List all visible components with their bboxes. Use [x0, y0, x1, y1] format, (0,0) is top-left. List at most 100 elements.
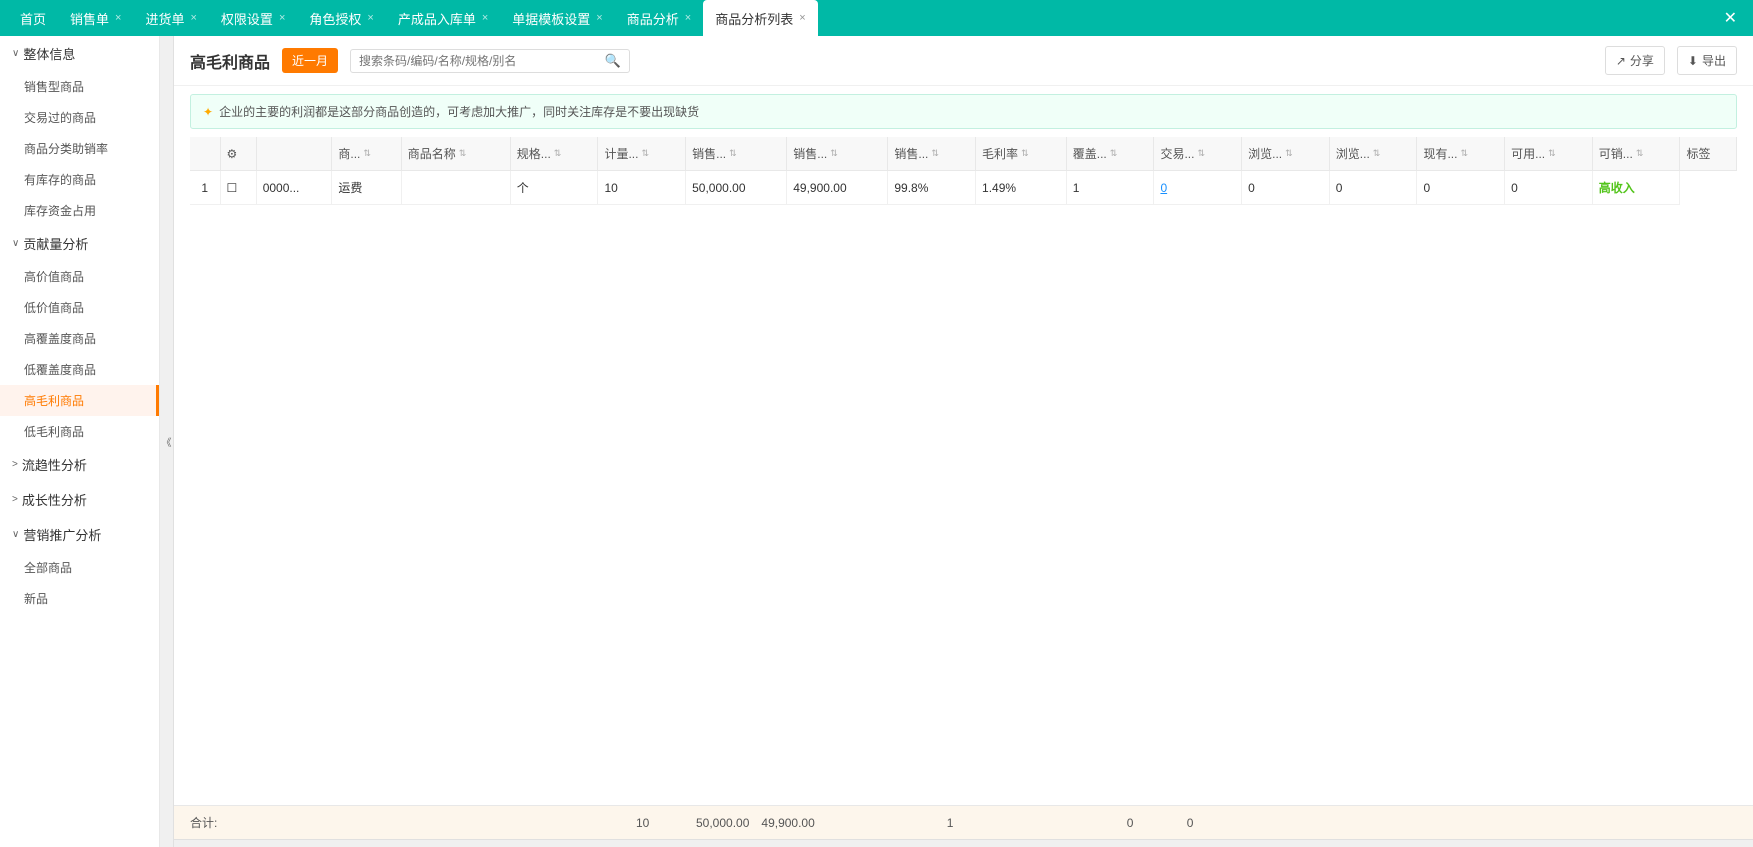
row-gross-rate: 99.8% [888, 171, 976, 205]
row-checkbox[interactable]: ☐ [220, 171, 256, 205]
footer-sellable [1241, 816, 1301, 830]
nav-tab-商品分析[interactable]: 商品分析× [615, 0, 703, 36]
col-header-7[interactable]: 销售...⇅ [787, 137, 888, 171]
footer-transaction: 1 [941, 816, 1001, 830]
content-area: 高毛利商品 近一月 🔍 ↗ 分享 ⬇ 导出 ✦ 企业的主要 [174, 36, 1753, 847]
sort-icon: ⇅ [729, 148, 737, 159]
sidebar-item-低价值商品[interactable]: 低价值商品 [0, 292, 159, 323]
page-title: 高毛利商品 [190, 49, 270, 73]
sort-icon: ⇅ [1373, 148, 1381, 159]
col-header-10[interactable]: 覆盖...⇅ [1066, 137, 1154, 171]
sidebar-item-高价值商品[interactable]: 高价值商品 [0, 261, 159, 292]
tab-close-icon[interactable]: × [685, 12, 691, 24]
arrow-icon: > [12, 459, 18, 470]
row-spec [401, 171, 510, 205]
nav-tab-销售单[interactable]: 销售单× [58, 0, 133, 36]
col-header-8[interactable]: 销售...⇅ [888, 137, 976, 171]
window-close-button[interactable]: ✕ [1716, 8, 1745, 28]
nav-tab-首页[interactable]: 首页 [8, 0, 58, 36]
row-browse1: 0 [1154, 171, 1242, 205]
export-icon: ⬇ [1688, 54, 1698, 68]
col-label: 规格... [517, 145, 551, 162]
col-header-13[interactable]: 浏览...⇅ [1329, 137, 1417, 171]
col-header-12[interactable]: 浏览...⇅ [1242, 137, 1330, 171]
top-nav: 首页销售单×进货单×权限设置×角色授权×产成品入库单×单据模板设置×商品分析×商… [0, 0, 1753, 36]
info-banner: ✦ 企业的主要的利润都是这部分商品创造的，可考虑加大推广，同时关注库存是不要出现… [190, 94, 1737, 129]
nav-tab-单据模板设置[interactable]: 单据模板设置× [500, 0, 614, 36]
sidebar-item-有库存的商品[interactable]: 有库存的商品 [0, 164, 159, 195]
tab-close-icon[interactable]: × [190, 12, 196, 24]
col-label: 销售... [692, 145, 726, 162]
info-text: 企业的主要的利润都是这部分商品创造的，可考虑加大推广，同时关注库存是不要出现缺货 [219, 103, 699, 120]
bottom-scrollbar[interactable] [174, 839, 1753, 847]
col-header-15[interactable]: 可用...⇅ [1505, 137, 1593, 171]
arrow-icon: ∨ [12, 529, 19, 540]
nav-tab-进货单[interactable]: 进货单× [133, 0, 208, 36]
sort-icon: ⇅ [830, 148, 838, 159]
sidebar-item-全部商品[interactable]: 全部商品 [0, 552, 159, 583]
col-label: 商... [338, 145, 360, 162]
row-seq: 1 [190, 171, 220, 205]
sidebar-item-商品分类助销率[interactable]: 商品分类助销率 [0, 133, 159, 164]
sort-icon: ⇅ [1460, 148, 1468, 159]
footer-available-stock: 0 [1181, 816, 1241, 830]
tab-close-icon[interactable]: × [596, 12, 602, 24]
sidebar-group-label: 整体信息 [23, 44, 75, 63]
sidebar-item-低覆盖度商品[interactable]: 低覆盖度商品 [0, 354, 159, 385]
tab-close-icon[interactable]: × [799, 12, 805, 24]
search-icon[interactable]: 🔍 [605, 53, 621, 69]
footer-unit [570, 816, 630, 830]
tab-close-icon[interactable]: × [115, 12, 121, 24]
col-header-16[interactable]: 可销...⇅ [1592, 137, 1680, 171]
sidebar-item-低毛利商品[interactable]: 低毛利商品 [0, 416, 159, 447]
col-header-5[interactable]: 计量...⇅ [598, 137, 686, 171]
sidebar-item-高毛利商品[interactable]: 高毛利商品 [0, 385, 159, 416]
tab-close-icon[interactable]: × [279, 12, 285, 24]
table-row: 1☐0000...运费个1050,000.0049,900.0099.8%1.4… [190, 171, 1737, 205]
nav-tab-商品分析列表[interactable]: 商品分析列表× [703, 0, 817, 36]
share-icon: ↗ [1616, 54, 1626, 68]
footer-sale-profit: 49,900.00 [755, 816, 820, 830]
sidebar-item-交易过的商品[interactable]: 交易过的商品 [0, 102, 159, 133]
col-label: 交易... [1160, 145, 1194, 162]
col-header-11[interactable]: 交易...⇅ [1154, 137, 1242, 171]
col-header-2[interactable]: 商...⇅ [332, 137, 401, 171]
sort-icon: ⇅ [554, 148, 562, 159]
nav-tab-角色授权[interactable]: 角色授权× [297, 0, 385, 36]
nav-tab-产成品入库单[interactable]: 产成品入库单× [386, 0, 500, 36]
arrow-icon: > [12, 494, 18, 505]
col-header-14[interactable]: 现有...⇅ [1417, 137, 1505, 171]
tab-close-icon[interactable]: × [482, 12, 488, 24]
col-label: 浏览... [1336, 145, 1370, 162]
sidebar-group-label: 流趋性分析 [22, 455, 87, 474]
col-header-6[interactable]: 销售...⇅ [686, 137, 787, 171]
share-button[interactable]: ↗ 分享 [1605, 46, 1665, 75]
search-wrap: 🔍 [350, 49, 630, 73]
sidebar-item-高覆盖度商品[interactable]: 高覆盖度商品 [0, 323, 159, 354]
sidebar-group-整体信息[interactable]: ∨整体信息 [0, 36, 159, 71]
sidebar-group-流趋性分析[interactable]: > 流趋性分析 [0, 447, 159, 482]
col-header-4[interactable]: 规格...⇅ [510, 137, 598, 171]
footer-spec [510, 816, 570, 830]
col-header-3[interactable]: 商品名称⇅ [401, 137, 510, 171]
sidebar-group-成长性分析[interactable]: >成长性分析 [0, 482, 159, 517]
sidebar-item-销售型商品[interactable]: 销售型商品 [0, 71, 159, 102]
sidebar-item-新品[interactable]: 新品 [0, 583, 159, 614]
sidebar-group-营销推广分析[interactable]: ∨营销推广分析 [0, 517, 159, 552]
sidebar-item-库存资金占用[interactable]: 库存资金占用 [0, 195, 159, 226]
col-label: 计量... [604, 145, 638, 162]
sidebar-collapse-button[interactable]: 《 [160, 36, 174, 847]
tab-close-icon[interactable]: × [367, 12, 373, 24]
sort-icon: ⇅ [1636, 148, 1644, 159]
nav-tab-权限设置[interactable]: 权限设置× [209, 0, 297, 36]
filter-recent-month-button[interactable]: 近一月 [282, 48, 338, 73]
export-button[interactable]: ⬇ 导出 [1677, 46, 1737, 75]
search-input[interactable] [359, 54, 605, 68]
row-sale-qty: 10 [598, 171, 686, 205]
table-footer: 合计: 10 50,000.00 49,900.00 1 0 [174, 805, 1753, 839]
col-header-9[interactable]: 毛利率⇅ [976, 137, 1067, 171]
footer-browse1 [1001, 816, 1061, 830]
sidebar-group-贡献量分析[interactable]: ∨贡献量分析 [0, 226, 159, 261]
footer-gross-rate [821, 816, 881, 830]
footer-label: 合计: [190, 814, 270, 831]
